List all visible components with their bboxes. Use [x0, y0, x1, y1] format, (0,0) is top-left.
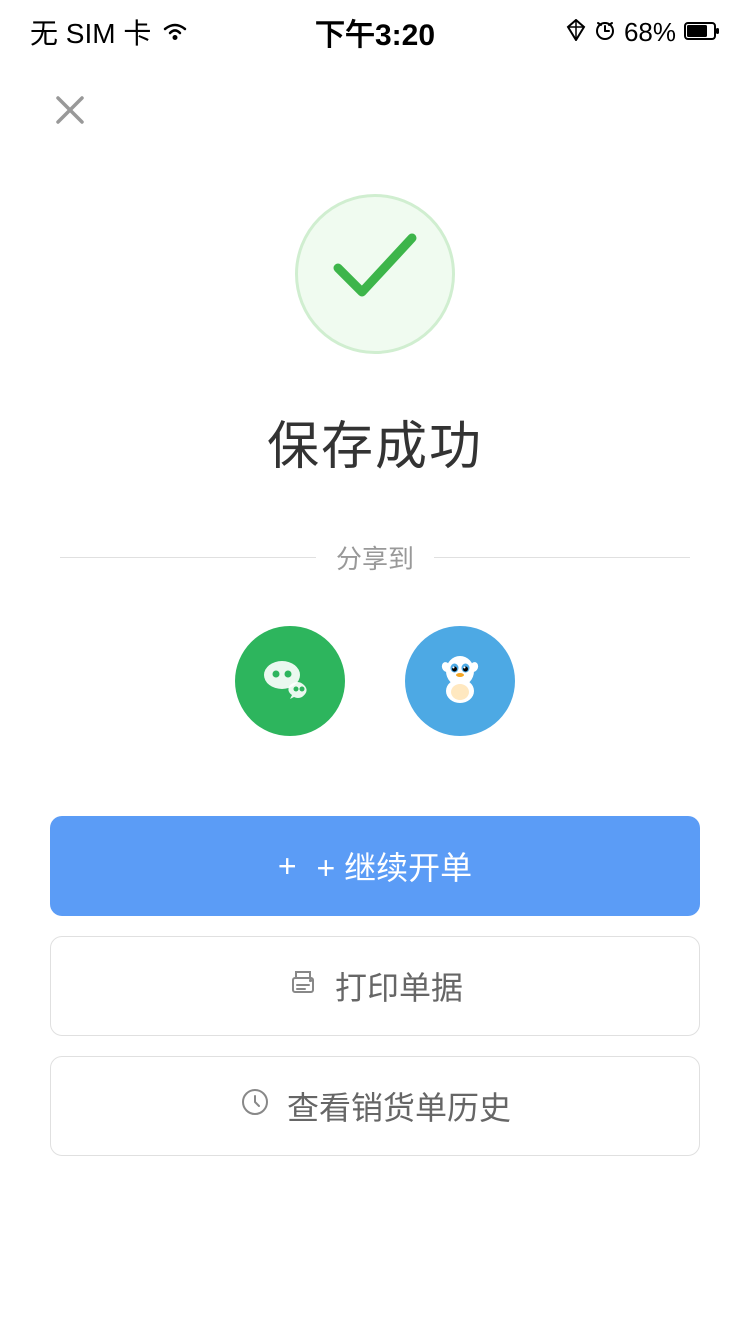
close-button[interactable]	[40, 80, 100, 140]
print-icon	[287, 966, 319, 1006]
divider-line-right	[434, 557, 690, 558]
divider-line-left	[60, 557, 316, 558]
status-right: 68%	[566, 17, 720, 48]
history-button[interactable]: 查看销货单历史	[50, 1056, 700, 1156]
status-left: 无 SIM 卡	[30, 12, 189, 52]
checkmark-icon	[330, 230, 420, 318]
wechat-share-button[interactable]	[235, 626, 345, 736]
continue-icon: +	[278, 848, 297, 885]
success-circle	[295, 194, 455, 354]
alarm-icon	[594, 17, 616, 48]
history-label: 查看销货单历史	[287, 1083, 511, 1129]
status-time: 下午3:20	[315, 10, 435, 54]
print-button[interactable]: 打印单据	[50, 936, 700, 1036]
wifi-icon	[161, 16, 189, 48]
location-icon	[566, 17, 586, 48]
main-content: 保存成功 分享到	[0, 64, 750, 1156]
success-title: 保存成功	[267, 404, 483, 479]
status-bar: 无 SIM 卡 下午3:20	[0, 0, 750, 64]
share-label: 分享到	[316, 539, 434, 576]
carrier-text: 无 SIM 卡	[30, 12, 151, 52]
battery-icon	[684, 17, 720, 48]
continue-order-button[interactable]: + + 继续开单	[50, 816, 700, 916]
share-icons	[235, 626, 515, 736]
qq-share-button[interactable]	[405, 626, 515, 736]
action-buttons: + + 继续开单 打印单据 查看销货单历史	[0, 816, 750, 1156]
share-divider: 分享到	[0, 539, 750, 576]
continue-label: + 继续开单	[317, 843, 473, 889]
history-icon	[239, 1086, 271, 1126]
print-label: 打印单据	[335, 963, 463, 1009]
battery-text: 68%	[624, 17, 676, 48]
